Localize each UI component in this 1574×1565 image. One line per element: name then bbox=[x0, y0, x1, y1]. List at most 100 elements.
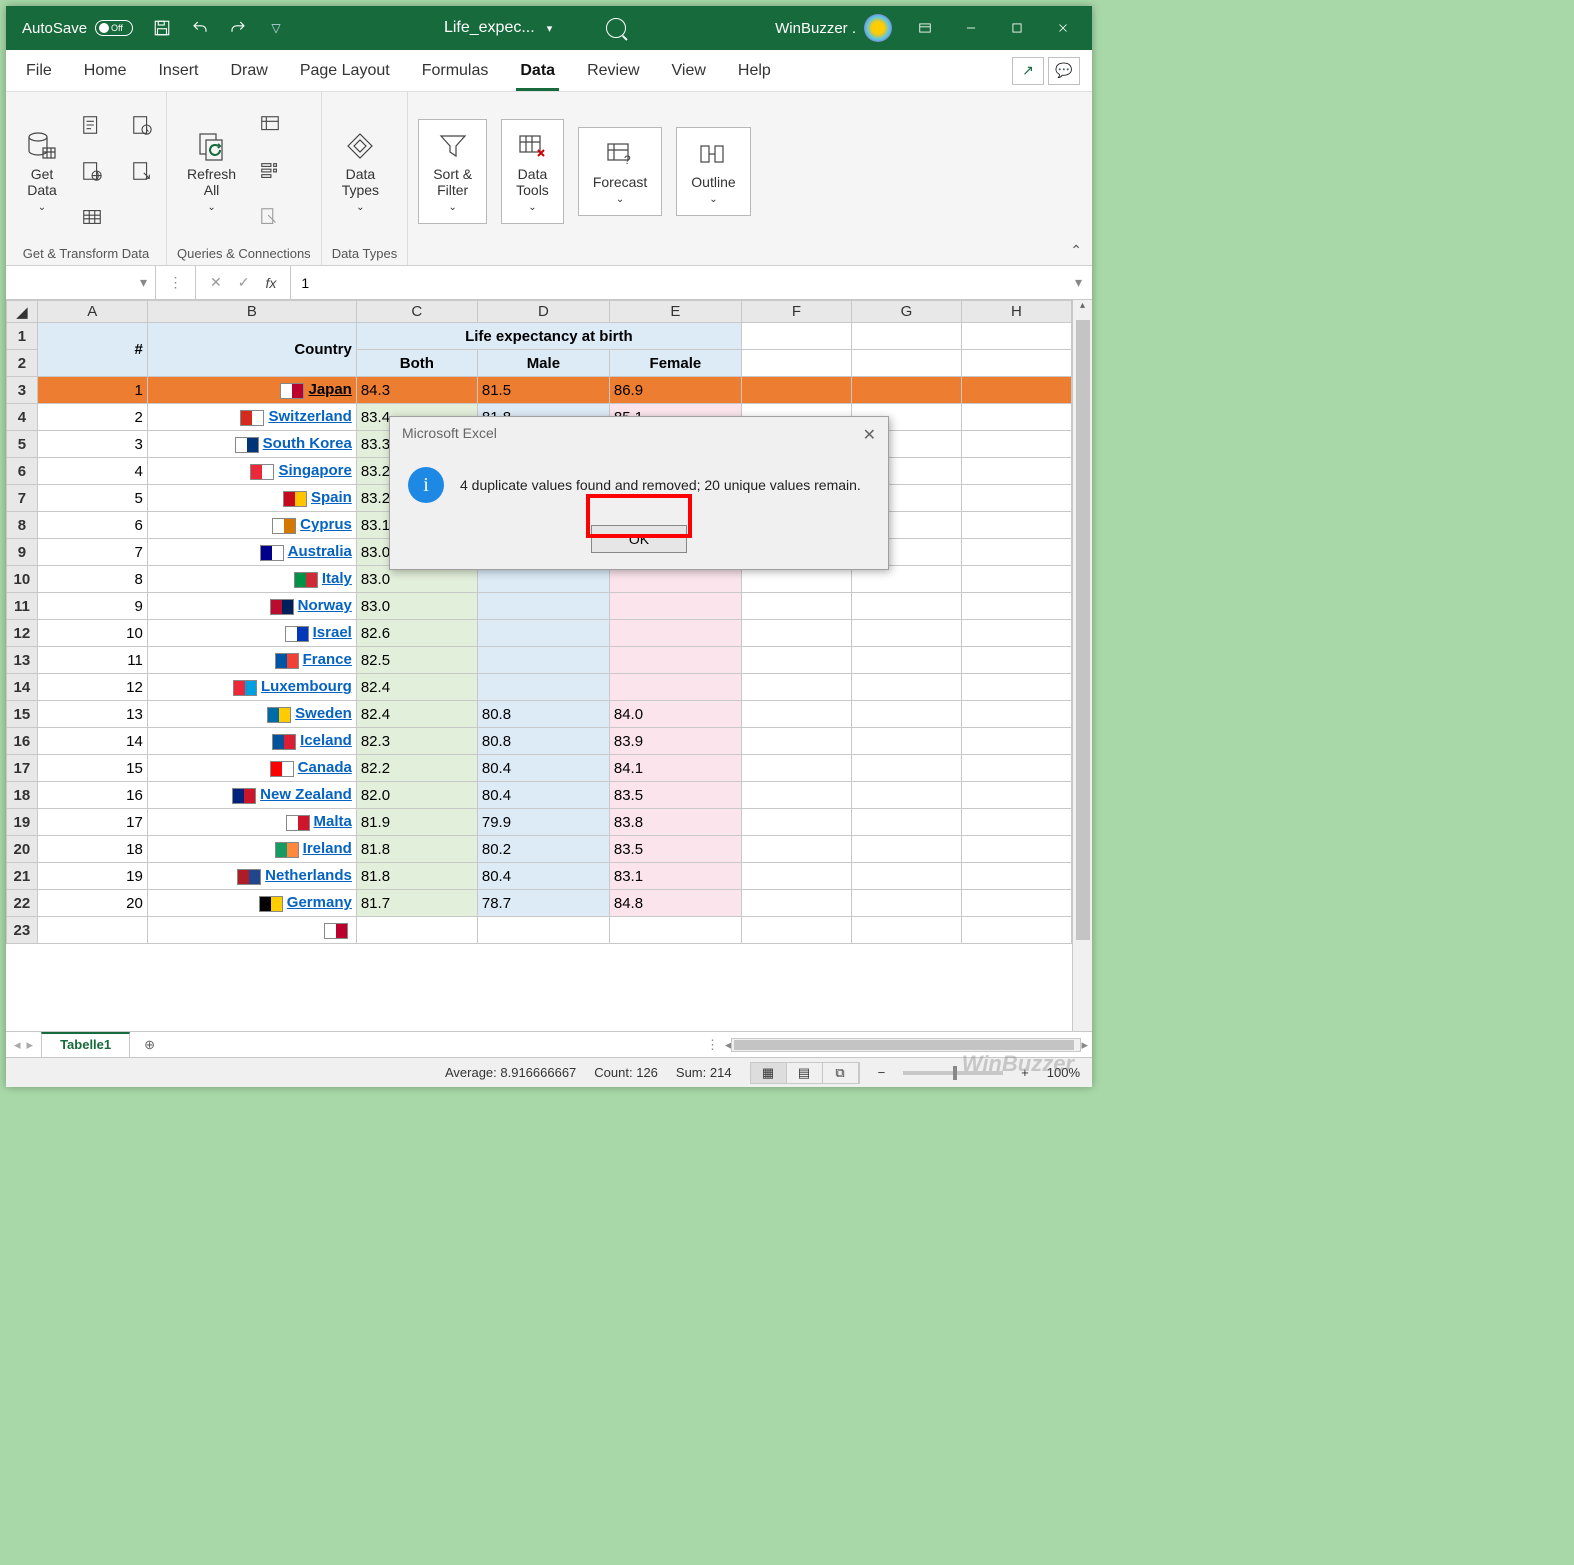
menu-formulas[interactable]: Formulas bbox=[406, 50, 505, 91]
close-button[interactable] bbox=[1040, 9, 1086, 47]
properties-icon[interactable] bbox=[256, 157, 284, 185]
country-cell[interactable]: Switzerland bbox=[147, 404, 356, 431]
row-header[interactable]: 15 bbox=[7, 701, 38, 728]
cell[interactable] bbox=[477, 593, 609, 620]
formula-input[interactable]: 1 bbox=[291, 266, 1092, 299]
country-cell[interactable]: Australia bbox=[147, 539, 356, 566]
menu-review[interactable]: Review bbox=[571, 50, 655, 91]
row-header[interactable]: 19 bbox=[7, 809, 38, 836]
cell[interactable]: 83.0 bbox=[356, 593, 477, 620]
header-female[interactable]: Female bbox=[609, 350, 741, 377]
from-table-icon[interactable] bbox=[78, 203, 106, 231]
menu-view[interactable]: View bbox=[656, 50, 722, 91]
row-header[interactable]: 6 bbox=[7, 458, 38, 485]
row-header[interactable]: 17 bbox=[7, 755, 38, 782]
cell[interactable]: 81.8 bbox=[356, 863, 477, 890]
recent-sources-icon[interactable] bbox=[128, 111, 156, 139]
row-header[interactable]: 18 bbox=[7, 782, 38, 809]
menu-home[interactable]: Home bbox=[68, 50, 143, 91]
row-header[interactable]: 4 bbox=[7, 404, 38, 431]
menu-draw[interactable]: Draw bbox=[214, 50, 283, 91]
spreadsheet-grid[interactable]: ◢ABCDEFGH1 # Country Life expectancy at … bbox=[6, 300, 1072, 1031]
menu-data[interactable]: Data bbox=[504, 50, 571, 91]
header-merged[interactable]: Life expectancy at birth bbox=[356, 323, 741, 350]
autosave-toggle[interactable]: AutoSave Off bbox=[12, 20, 143, 37]
row-header[interactable]: 10 bbox=[7, 566, 38, 593]
refresh-all-button[interactable]: Refresh All⌄ bbox=[177, 124, 246, 219]
hscroll-handle-icon[interactable]: ⋮ bbox=[706, 1037, 719, 1053]
row-header[interactable]: 1 bbox=[7, 323, 38, 350]
cell[interactable]: 18 bbox=[37, 836, 147, 863]
from-web-icon[interactable] bbox=[78, 157, 106, 185]
country-cell[interactable]: Netherlands bbox=[147, 863, 356, 890]
cell[interactable]: 80.8 bbox=[477, 701, 609, 728]
row-header[interactable]: 3 bbox=[7, 377, 38, 404]
hscroll-right-icon[interactable]: ▸ bbox=[1081, 1037, 1088, 1053]
col-header[interactable]: F bbox=[741, 301, 851, 323]
outline-button[interactable]: Outline⌄ bbox=[676, 127, 750, 216]
collapse-ribbon-icon[interactable]: ⌃ bbox=[1070, 242, 1082, 259]
cell[interactable]: 14 bbox=[37, 728, 147, 755]
cell[interactable]: 82.4 bbox=[356, 674, 477, 701]
data-types-button[interactable]: Data Types⌄ bbox=[332, 124, 389, 219]
cell[interactable]: 83.8 bbox=[609, 809, 741, 836]
cell[interactable]: 84.3 bbox=[356, 377, 477, 404]
cell[interactable]: 16 bbox=[37, 782, 147, 809]
menu-help[interactable]: Help bbox=[722, 50, 787, 91]
cell[interactable]: 80.8 bbox=[477, 728, 609, 755]
row-header[interactable]: 16 bbox=[7, 728, 38, 755]
country-cell[interactable]: Luxembourg bbox=[147, 674, 356, 701]
cell[interactable]: 82.0 bbox=[356, 782, 477, 809]
cell[interactable]: 3 bbox=[37, 431, 147, 458]
cancel-fx-icon[interactable]: ✕ bbox=[210, 274, 222, 291]
row-header[interactable]: 14 bbox=[7, 674, 38, 701]
qat-dropdown-icon[interactable]: ▽ bbox=[257, 9, 295, 47]
filename[interactable]: Life_expec... bbox=[444, 19, 535, 37]
country-cell[interactable]: Malta bbox=[147, 809, 356, 836]
country-cell[interactable] bbox=[147, 917, 356, 944]
row-header[interactable]: 22 bbox=[7, 890, 38, 917]
search-icon[interactable] bbox=[606, 18, 626, 38]
country-cell[interactable]: Japan bbox=[147, 377, 356, 404]
account-button[interactable]: WinBuzzer . bbox=[775, 14, 892, 42]
add-sheet-button[interactable]: ⊕ bbox=[130, 1032, 169, 1057]
cell[interactable]: 79.9 bbox=[477, 809, 609, 836]
cell[interactable] bbox=[609, 674, 741, 701]
cell[interactable]: 4 bbox=[37, 458, 147, 485]
existing-conn-icon[interactable] bbox=[128, 157, 156, 185]
country-cell[interactable]: Germany bbox=[147, 890, 356, 917]
cell[interactable]: 17 bbox=[37, 809, 147, 836]
ribbon-mode-icon[interactable] bbox=[902, 9, 948, 47]
cell[interactable]: 80.2 bbox=[477, 836, 609, 863]
page-break-view-icon[interactable]: ⧉ bbox=[823, 1063, 859, 1083]
country-cell[interactable]: Iceland bbox=[147, 728, 356, 755]
cell[interactable]: 81.8 bbox=[356, 836, 477, 863]
cell[interactable]: 82.4 bbox=[356, 701, 477, 728]
cell[interactable]: 81.5 bbox=[477, 377, 609, 404]
cell[interactable]: 6 bbox=[37, 512, 147, 539]
cell[interactable]: 12 bbox=[37, 674, 147, 701]
dialog-close-icon[interactable]: ✕ bbox=[863, 425, 876, 445]
col-header[interactable]: A bbox=[37, 301, 147, 323]
cell[interactable] bbox=[477, 647, 609, 674]
country-cell[interactable]: Spain bbox=[147, 485, 356, 512]
select-all-cell[interactable]: ◢ bbox=[7, 301, 38, 323]
sheet-prev-icon[interactable]: ◂ bbox=[14, 1037, 21, 1053]
col-header[interactable]: G bbox=[851, 301, 961, 323]
cell[interactable]: 82.6 bbox=[356, 620, 477, 647]
row-header[interactable]: 20 bbox=[7, 836, 38, 863]
cell[interactable] bbox=[477, 674, 609, 701]
cell[interactable] bbox=[477, 620, 609, 647]
page-layout-view-icon[interactable]: ▤ bbox=[787, 1063, 823, 1083]
cell[interactable] bbox=[609, 647, 741, 674]
queries-icon[interactable] bbox=[256, 111, 284, 139]
data-tools-button[interactable]: Data Tools⌄ bbox=[501, 119, 564, 224]
sheet-next-icon[interactable]: ▸ bbox=[27, 1037, 34, 1053]
minimize-button[interactable] bbox=[948, 9, 994, 47]
country-cell[interactable]: Sweden bbox=[147, 701, 356, 728]
row-header[interactable]: 8 bbox=[7, 512, 38, 539]
cell[interactable]: 9 bbox=[37, 593, 147, 620]
col-header[interactable]: D bbox=[477, 301, 609, 323]
cell[interactable]: 80.4 bbox=[477, 863, 609, 890]
cell[interactable]: 80.4 bbox=[477, 782, 609, 809]
